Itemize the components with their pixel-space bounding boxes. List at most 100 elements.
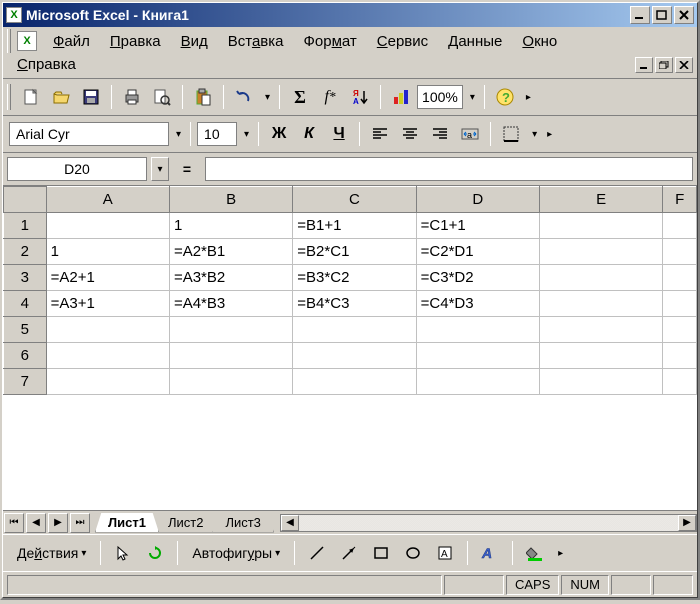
cell[interactable]: =B2*C1	[293, 239, 416, 265]
undo-button[interactable]	[230, 83, 258, 111]
cell[interactable]: =C3*D2	[416, 265, 539, 291]
select-objects-button[interactable]	[109, 539, 137, 567]
undo-dropdown[interactable]: ▾	[262, 92, 273, 103]
save-button[interactable]	[77, 83, 105, 111]
name-box-dropdown[interactable]: ▾	[151, 157, 169, 181]
cell[interactable]	[169, 369, 292, 395]
column-header-a[interactable]: A	[46, 187, 169, 213]
bold-button[interactable]: Ж	[265, 120, 293, 148]
toolbar-grip[interactable]	[7, 84, 11, 110]
rectangle-button[interactable]	[367, 539, 395, 567]
chart-button[interactable]	[387, 83, 415, 111]
menu-view[interactable]: Вид	[171, 30, 218, 53]
wordart-button[interactable]: A	[476, 539, 504, 567]
menu-insert[interactable]: Вставка	[218, 30, 294, 53]
sheet-tab-1[interactable]: Лист1	[95, 513, 159, 533]
row-header[interactable]: 6	[4, 343, 47, 369]
scroll-left-button[interactable]: ◀	[281, 515, 299, 531]
doc-minimize-button[interactable]	[635, 57, 653, 73]
cell[interactable]: =A2*B1	[169, 239, 292, 265]
tab-first-button[interactable]: ⏮	[4, 513, 24, 533]
column-header-b[interactable]: B	[169, 187, 292, 213]
autosum-button[interactable]: Σ	[286, 83, 314, 111]
tab-last-button[interactable]: ⏭	[70, 513, 90, 533]
doc-close-button[interactable]	[675, 57, 693, 73]
cell[interactable]: =C1+1	[416, 213, 539, 239]
tab-next-button[interactable]: ▶	[48, 513, 68, 533]
sheet-tab-3[interactable]: Лист3	[212, 513, 273, 533]
textbox-button[interactable]: A	[431, 539, 459, 567]
doc-restore-button[interactable]	[655, 57, 673, 73]
fontsize-dropdown[interactable]: ▾	[241, 129, 252, 140]
paste-button[interactable]	[189, 83, 217, 111]
font-combobox[interactable]: Arial Cyr	[9, 122, 169, 146]
menubar-grip[interactable]	[7, 29, 11, 53]
cell[interactable]: =B3*C2	[293, 265, 416, 291]
fill-color-button[interactable]	[521, 539, 549, 567]
cell[interactable]	[46, 369, 169, 395]
cell[interactable]: =A3+1	[46, 291, 169, 317]
drawing-overflow[interactable]: ▸	[555, 548, 566, 559]
scroll-right-button[interactable]: ▶	[678, 515, 696, 531]
cell[interactable]	[663, 343, 697, 369]
formatting-overflow[interactable]: ▸	[544, 129, 555, 140]
cell[interactable]	[293, 369, 416, 395]
cell[interactable]	[46, 343, 169, 369]
column-header-d[interactable]: D	[416, 187, 539, 213]
menu-data[interactable]: Данные	[438, 30, 512, 53]
cell[interactable]: =A2+1	[46, 265, 169, 291]
cell[interactable]	[416, 343, 539, 369]
row-header[interactable]: 1	[4, 213, 47, 239]
horizontal-scrollbar[interactable]: ◀ ▶	[280, 514, 697, 532]
print-preview-button[interactable]	[148, 83, 176, 111]
cell[interactable]	[416, 369, 539, 395]
cell[interactable]	[539, 317, 662, 343]
fontsize-combobox[interactable]: 10	[197, 122, 237, 146]
cell[interactable]	[539, 291, 662, 317]
row-header[interactable]: 3	[4, 265, 47, 291]
align-right-button[interactable]	[426, 120, 454, 148]
cell[interactable]	[539, 343, 662, 369]
help-button[interactable]: ?	[491, 83, 519, 111]
underline-button[interactable]: Ч	[325, 120, 353, 148]
cell[interactable]: =B4*C3	[293, 291, 416, 317]
menu-help[interactable]: Справка	[7, 53, 86, 76]
align-center-button[interactable]	[396, 120, 424, 148]
cell[interactable]: 1	[46, 239, 169, 265]
rotate-button[interactable]	[141, 539, 169, 567]
arrow-button[interactable]	[335, 539, 363, 567]
menu-window[interactable]: Окно	[512, 30, 567, 53]
cell[interactable]	[539, 239, 662, 265]
line-button[interactable]	[303, 539, 331, 567]
maximize-button[interactable]	[652, 6, 672, 24]
actions-menu[interactable]: Действия ▾	[11, 542, 92, 564]
cell[interactable]	[46, 213, 169, 239]
row-header[interactable]: 4	[4, 291, 47, 317]
align-left-button[interactable]	[366, 120, 394, 148]
cell[interactable]: =A4*B3	[169, 291, 292, 317]
cell[interactable]	[293, 317, 416, 343]
sort-button[interactable]: ЯА	[346, 83, 374, 111]
column-header-c[interactable]: C	[293, 187, 416, 213]
oval-button[interactable]	[399, 539, 427, 567]
cell[interactable]	[293, 343, 416, 369]
zoom-combobox[interactable]: 100%	[417, 85, 463, 109]
open-button[interactable]	[47, 83, 75, 111]
borders-dropdown[interactable]: ▾	[529, 129, 540, 140]
select-all-corner[interactable]	[4, 187, 47, 213]
cell[interactable]	[663, 265, 697, 291]
borders-button[interactable]	[497, 120, 525, 148]
cell[interactable]: 1	[169, 213, 292, 239]
close-button[interactable]	[674, 6, 694, 24]
tab-prev-button[interactable]: ◀	[26, 513, 46, 533]
cell[interactable]: =C4*D3	[416, 291, 539, 317]
row-header[interactable]: 2	[4, 239, 47, 265]
sheet-tab-2[interactable]: Лист2	[155, 513, 216, 533]
font-dropdown[interactable]: ▾	[173, 129, 184, 140]
cell[interactable]	[663, 369, 697, 395]
scroll-track[interactable]	[299, 515, 678, 531]
cell[interactable]	[169, 317, 292, 343]
cell[interactable]	[663, 213, 697, 239]
cell[interactable]	[46, 317, 169, 343]
workbook-icon[interactable]: X	[17, 31, 37, 51]
